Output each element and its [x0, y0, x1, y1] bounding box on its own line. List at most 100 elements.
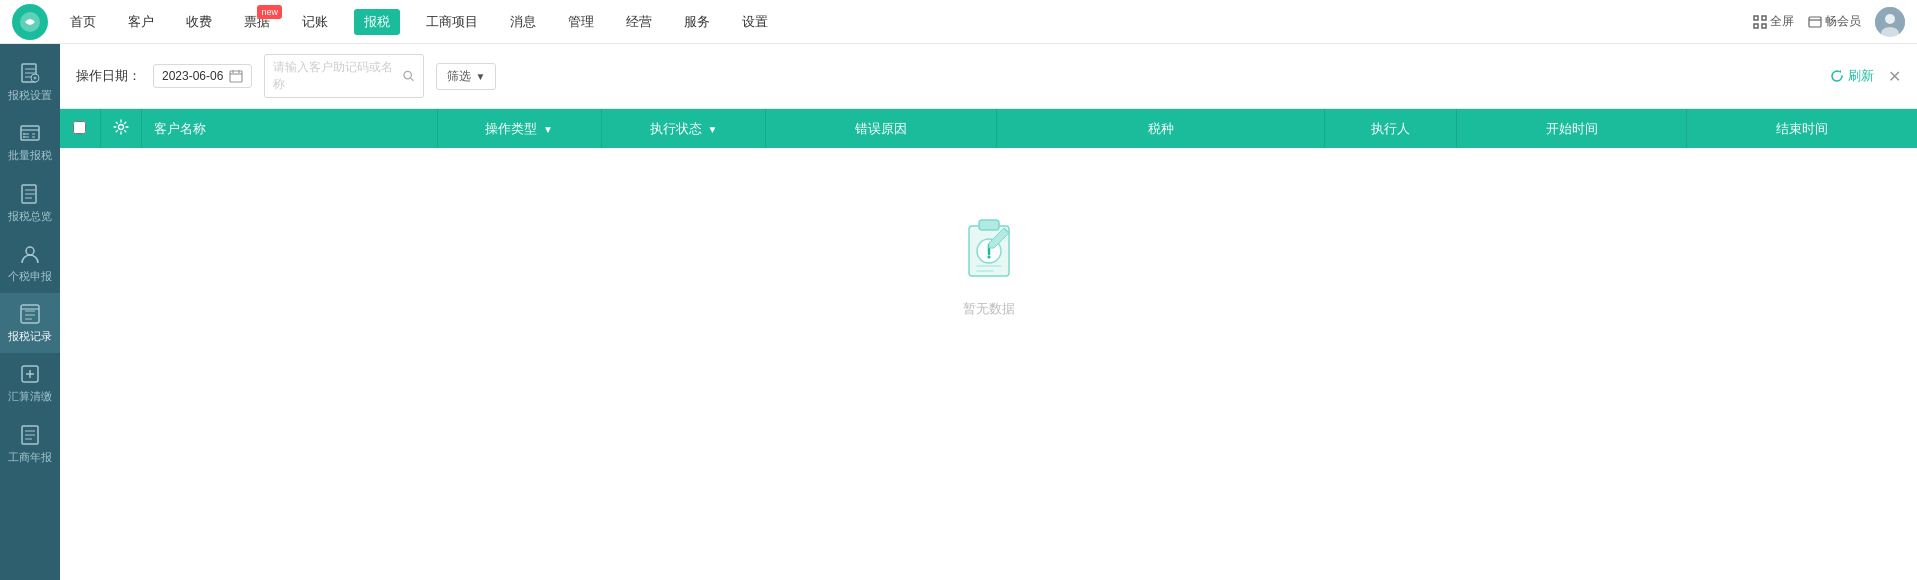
svg-rect-1: [1754, 16, 1758, 20]
empty-state: 暂无数据: [60, 148, 1917, 378]
nav-message[interactable]: 消息: [504, 9, 542, 35]
settings-icon: [113, 119, 129, 135]
svg-point-15: [26, 247, 34, 255]
nav-tax[interactable]: 报税: [354, 9, 400, 35]
nav-bookkeeping[interactable]: 记账: [296, 9, 334, 35]
svg-point-13: [23, 136, 25, 138]
nav-fee[interactable]: 收费: [180, 9, 218, 35]
fullscreen-icon: [1753, 15, 1767, 29]
data-table: 客户名称 操作类型 ▼ 执行状态 ▼ 错误原因 税种 执行人 开始时间: [60, 109, 1917, 378]
nav-operation[interactable]: 经营: [620, 9, 658, 35]
svg-rect-23: [979, 220, 999, 230]
sidebar-label-annual-report: 工商年报: [8, 450, 52, 464]
fullscreen-btn[interactable]: 全屏: [1753, 13, 1794, 30]
svg-rect-3: [1754, 24, 1758, 28]
svg-rect-4: [1762, 24, 1766, 28]
avatar-icon: [1875, 7, 1905, 37]
calendar-icon: [229, 69, 243, 83]
nav-settings[interactable]: 设置: [736, 9, 774, 35]
search-icon: [402, 69, 415, 83]
empty-state-row: 暂无数据: [60, 148, 1917, 378]
empty-state-illustration: [949, 208, 1029, 288]
nav-service[interactable]: 服务: [678, 9, 716, 35]
sidebar-item-tax-settings[interactable]: 报税设置: [0, 52, 60, 112]
refresh-button[interactable]: 刷新: [1830, 67, 1874, 85]
th-error: 错误原因: [766, 109, 996, 148]
svg-rect-16: [21, 305, 39, 323]
sidebar-label-batch-tax: 批量报税: [8, 148, 52, 162]
th-customer-name: 客户名称: [141, 109, 437, 148]
chevron-down-icon: ▼: [475, 71, 485, 82]
sidebar-item-tax-record[interactable]: 报税记录: [0, 293, 60, 353]
empty-text: 暂无数据: [963, 300, 1015, 318]
date-value: 2023-06-06: [162, 69, 223, 83]
filter-button[interactable]: 筛选 ▼: [436, 63, 496, 90]
sidebar-label-tax-settings: 报税设置: [8, 88, 52, 102]
th-status[interactable]: 执行状态 ▼: [601, 109, 765, 148]
nav-customer[interactable]: 客户: [122, 9, 160, 35]
nav-ticket[interactable]: 票据 new: [238, 9, 276, 35]
th-op-type[interactable]: 操作类型 ▼: [437, 109, 601, 148]
table-body: 暂无数据: [60, 148, 1917, 378]
tax-settings-icon: [19, 62, 41, 84]
top-nav-right: 全屏 畅会员: [1753, 7, 1905, 37]
sidebar-item-annual-report[interactable]: 工商年报: [0, 414, 60, 474]
sidebar-item-batch-tax[interactable]: 批量报税: [0, 112, 60, 172]
svg-point-25: [987, 256, 990, 259]
nav-home[interactable]: 首页: [64, 9, 102, 35]
sidebar-item-personal-tax[interactable]: 个税申报: [0, 233, 60, 293]
status-filter-icon: ▼: [708, 124, 718, 135]
svg-point-12: [23, 133, 25, 135]
main-layout: 报税设置 批量报税 报税总览: [0, 44, 1917, 580]
svg-rect-5: [1809, 17, 1821, 27]
top-nav: 首页 客户 收费 票据 new 记账 报税 工商项目 消息 管理 经营 服务 设…: [0, 0, 1917, 44]
svg-point-20: [404, 71, 412, 79]
svg-point-7: [1885, 14, 1895, 24]
refresh-label: 刷新: [1848, 67, 1874, 85]
sidebar: 报税设置 批量报税 报税总览: [0, 44, 60, 580]
annual-report-icon: [19, 424, 41, 446]
table-header: 客户名称 操作类型 ▼ 执行状态 ▼ 错误原因 税种 执行人 开始时间: [60, 109, 1917, 148]
date-label: 操作日期：: [76, 67, 141, 85]
new-badge: new: [257, 5, 282, 19]
nav-items: 首页 客户 收费 票据 new 记账 报税 工商项目 消息 管理 经营 服务 设…: [64, 9, 1753, 35]
th-start-time: 开始时间: [1457, 109, 1687, 148]
content-area: 操作日期： 2023-06-06 请输入客户助记码或名称 筛选 ▼: [60, 44, 1917, 580]
personal-tax-icon: [19, 243, 41, 265]
close-button[interactable]: ✕: [1888, 67, 1901, 86]
sidebar-label-tax-overview: 报税总览: [8, 209, 52, 223]
search-box[interactable]: 请输入客户助记码或名称: [264, 54, 424, 98]
svg-point-21: [118, 125, 123, 130]
th-tax-type: 税种: [996, 109, 1325, 148]
date-input[interactable]: 2023-06-06: [153, 64, 252, 88]
th-executor: 执行人: [1325, 109, 1457, 148]
app-logo[interactable]: [12, 4, 48, 40]
tax-overview-icon: [19, 183, 41, 205]
op-type-filter-icon: ▼: [543, 124, 553, 135]
settlement-icon: [19, 363, 41, 385]
user-avatar[interactable]: [1875, 7, 1905, 37]
nav-manage[interactable]: 管理: [562, 9, 600, 35]
table-wrapper: 客户名称 操作类型 ▼ 执行状态 ▼ 错误原因 税种 执行人 开始时间: [60, 109, 1917, 580]
select-all-checkbox[interactable]: [73, 121, 86, 134]
th-end-time: 结束时间: [1687, 109, 1917, 148]
sidebar-label-tax-record: 报税记录: [8, 329, 52, 343]
svg-rect-19: [230, 71, 242, 82]
sidebar-item-settlement[interactable]: 汇算清缴: [0, 353, 60, 413]
tax-record-icon: [19, 303, 41, 325]
th-checkbox[interactable]: [60, 109, 100, 148]
toolbar-right: 刷新 ✕: [1830, 67, 1901, 86]
sidebar-label-settlement: 汇算清缴: [8, 389, 52, 403]
filter-label: 筛选: [447, 68, 471, 85]
search-placeholder: 请输入客户助记码或名称: [273, 59, 398, 93]
sidebar-label-personal-tax: 个税申报: [8, 269, 52, 283]
empty-state-cell: 暂无数据: [60, 148, 1917, 378]
refresh-icon: [1830, 69, 1844, 83]
batch-tax-icon: [19, 122, 41, 144]
member-btn[interactable]: 畅会员: [1808, 13, 1861, 30]
member-icon: [1808, 15, 1822, 29]
th-gear[interactable]: [100, 109, 141, 148]
sidebar-item-tax-overview[interactable]: 报税总览: [0, 173, 60, 233]
toolbar: 操作日期： 2023-06-06 请输入客户助记码或名称 筛选 ▼: [60, 44, 1917, 109]
nav-business[interactable]: 工商项目: [420, 9, 484, 35]
